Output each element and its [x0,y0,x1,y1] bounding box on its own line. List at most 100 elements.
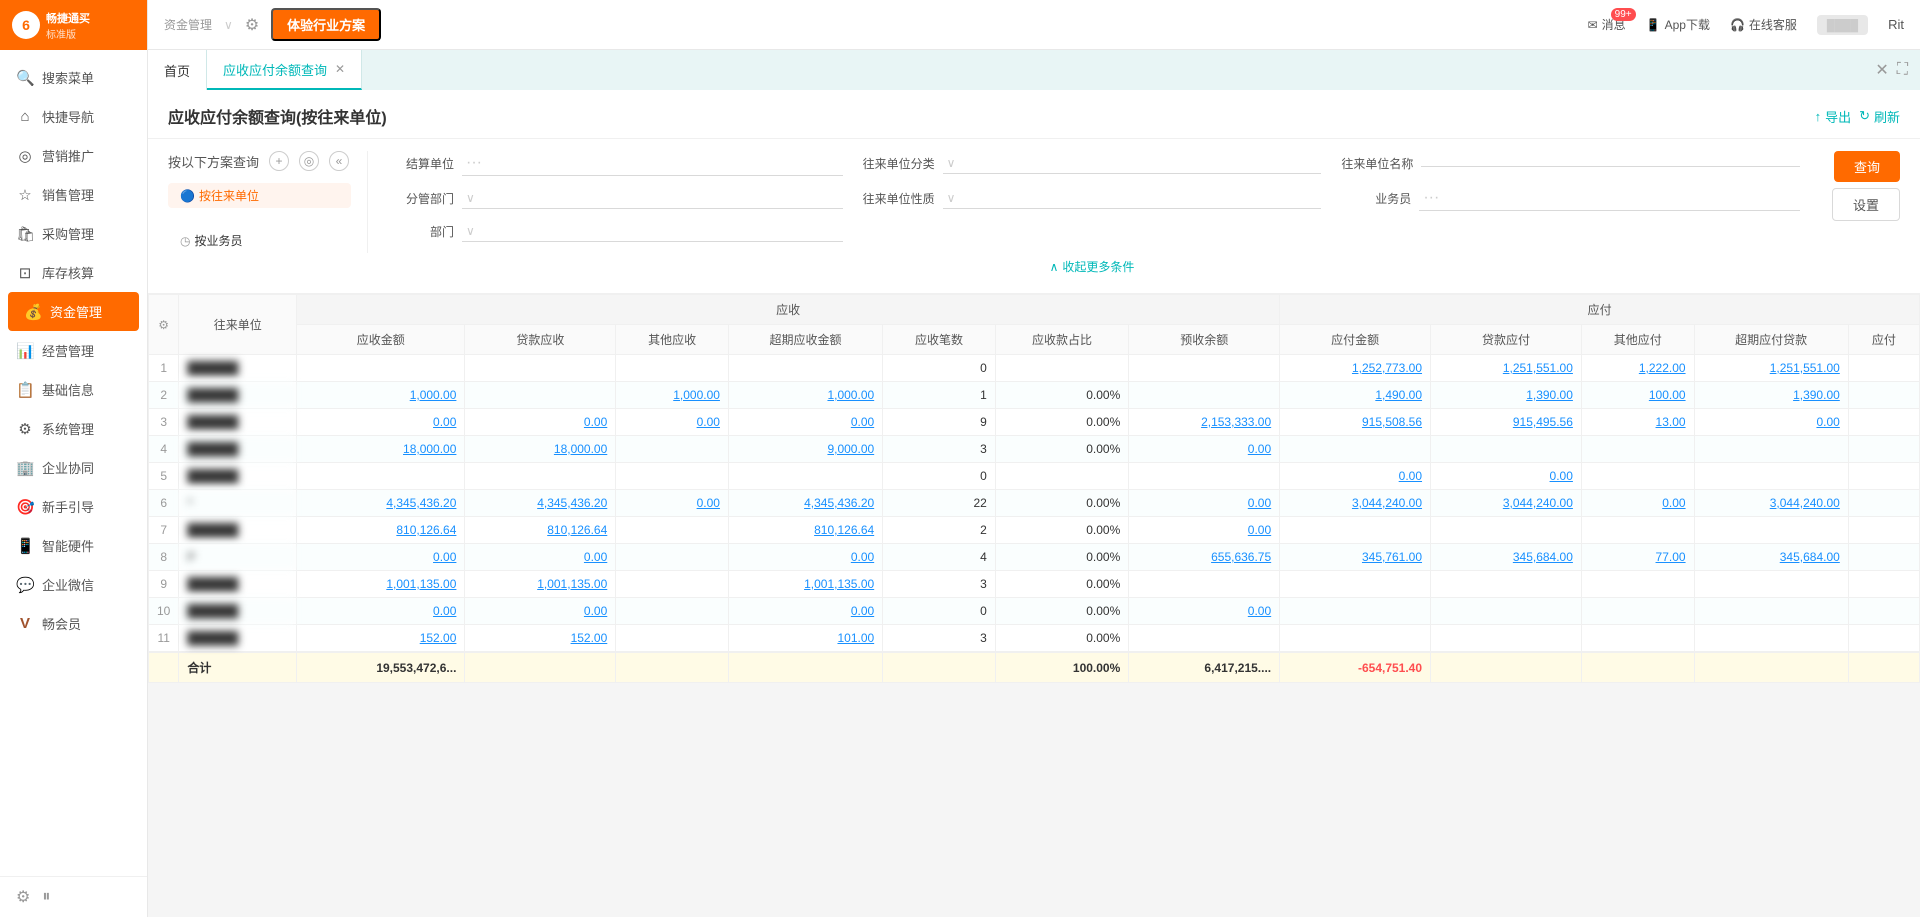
pay_overdue-cell[interactable]: 1,251,551.00 [1694,355,1848,382]
pay_overdue-cell[interactable]: 0.00 [1694,409,1848,436]
filter-input-partner-category[interactable]: ∨ [943,153,1322,174]
rec_loan-cell[interactable]: 18,000.00 [465,436,616,463]
sidebar-item-basic[interactable]: 📋 基础信息 [0,370,147,409]
footer-settings-icon[interactable]: ⚙ [16,887,30,907]
rec_overdue-cell[interactable]: 1,001,135.00 [728,571,882,598]
rec_loan-cell[interactable]: 4,345,436.20 [465,490,616,517]
pre_rec-cell[interactable]: 655,636.75 [1129,544,1280,571]
rec_count-cell[interactable]: 0 [883,463,996,490]
rec_count-cell[interactable]: 0 [883,355,996,382]
pay_amt-cell[interactable]: 1,490.00 [1280,382,1431,409]
sidebar-item-inventory[interactable]: ⊡ 库存核算 [0,253,147,292]
sidebar-item-guide[interactable]: 🎯 新手引导 [0,487,147,526]
pre_rec-cell[interactable]: 0.00 [1129,517,1280,544]
filter-input-partner-name[interactable] [1421,160,1800,167]
pay_other-cell[interactable]: 13.00 [1581,409,1694,436]
tab-expand-icon[interactable]: ⛶ [1897,61,1908,79]
pay_overdue-cell[interactable]: 345,684.00 [1694,544,1848,571]
query-button[interactable]: 查询 [1834,151,1900,182]
filter-settings-icon[interactable]: ◎ [299,151,319,171]
rec_count-cell[interactable]: 3 [883,625,996,653]
pre_rec-cell[interactable]: 0.00 [1129,598,1280,625]
rec_amt-cell[interactable]: 0.00 [297,544,465,571]
pay_amt-cell[interactable]: 3,044,240.00 [1280,490,1431,517]
rec_amt-cell[interactable]: 1,000.00 [297,382,465,409]
rec_overdue-cell[interactable]: 0.00 [728,544,882,571]
pay_loan-cell[interactable]: 1,251,551.00 [1431,355,1582,382]
rec_ratio-cell[interactable]: 0.00% [995,544,1128,571]
rec_overdue-cell[interactable]: 9,000.00 [728,436,882,463]
rec_ratio-cell[interactable]: 0.00% [995,436,1128,463]
topbar-online-service[interactable]: 🎧 在线客服 [1730,16,1797,33]
tab-close-window-icon[interactable]: ✕ [1875,60,1888,80]
tab-home[interactable]: 首页 [148,50,207,90]
sidebar-item-shortcut[interactable]: ⌂ 快捷导航 [0,97,147,136]
rec_overdue-cell[interactable]: 4,345,436.20 [728,490,882,517]
pay_loan-cell[interactable]: 0.00 [1431,463,1582,490]
rec_loan-cell[interactable]: 810,126.64 [465,517,616,544]
rec_count-cell[interactable]: 3 [883,436,996,463]
rec_other-cell[interactable]: 0.00 [616,490,729,517]
rec_amt-cell[interactable]: 810,126.64 [297,517,465,544]
pay_amt-cell[interactable]: 915,508.56 [1280,409,1431,436]
settings-button[interactable]: 设置 [1832,188,1900,221]
filter-add-button[interactable]: + [269,151,289,171]
promo-button[interactable]: 体验行业方案 [271,8,381,41]
rec_count-cell[interactable]: 3 [883,571,996,598]
topbar-gear-icon[interactable]: ⚙ [245,15,259,35]
rec_ratio-cell[interactable]: 0.00% [995,598,1128,625]
rec_amt-cell[interactable]: 18,000.00 [297,436,465,463]
footer-collapse-icon[interactable]: ⏸ [42,888,50,906]
topbar-app-download[interactable]: 📱 App下载 [1646,16,1710,33]
rec_loan-cell[interactable]: 0.00 [465,409,616,436]
filter-collapse-bar[interactable]: ∧ 收起更多条件 [384,252,1800,281]
pre_rec-cell[interactable]: 0.00 [1129,490,1280,517]
sidebar-item-member[interactable]: V 畅会员 [0,604,147,643]
rec_count-cell[interactable]: 4 [883,544,996,571]
rec_loan-cell[interactable]: 1,001,135.00 [465,571,616,598]
rec_loan-cell[interactable]: 0.00 [465,544,616,571]
pay_amt-cell[interactable]: 345,761.00 [1280,544,1431,571]
rec_count-cell[interactable]: 2 [883,517,996,544]
sidebar-item-hardware[interactable]: 📱 智能硬件 [0,526,147,565]
rec_amt-cell[interactable]: 4,345,436.20 [297,490,465,517]
rec_ratio-cell[interactable]: 0.00% [995,490,1128,517]
topbar-user[interactable]: ████ [1817,15,1868,35]
rec_other-cell[interactable]: 1,000.00 [616,382,729,409]
rec_loan-cell[interactable]: 152.00 [465,625,616,653]
sidebar-item-marketing[interactable]: ◎ 营销推广 [0,136,147,175]
filter-input-salesman[interactable]: ··· [1419,186,1800,211]
sidebar-item-enterprise[interactable]: 🏢 企业协同 [0,448,147,487]
rec_count-cell[interactable]: 1 [883,382,996,409]
pay_overdue-cell[interactable]: 1,390.00 [1694,382,1848,409]
rec_ratio-cell[interactable]: 0.00% [995,517,1128,544]
pay_other-cell[interactable]: 0.00 [1581,490,1694,517]
filter-input-settlement[interactable]: ··· [462,151,843,176]
rec_other-cell[interactable]: 0.00 [616,409,729,436]
pay_other-cell[interactable]: 1,222.00 [1581,355,1694,382]
pre_rec-cell[interactable]: 0.00 [1129,436,1280,463]
rec_loan-cell[interactable]: 0.00 [465,598,616,625]
rec_amt-cell[interactable]: 0.00 [297,598,465,625]
pay_overdue-cell[interactable]: 3,044,240.00 [1694,490,1848,517]
sidebar-item-sales[interactable]: ☆ 销售管理 [0,175,147,214]
sidebar-item-operation[interactable]: 📊 经营管理 [0,331,147,370]
tab-query[interactable]: 应收应付余额查询 ✕ [207,50,362,90]
filter-input-dept[interactable]: ∨ [462,221,843,242]
filter-collapse-icon[interactable]: « [329,151,349,171]
rec_ratio-cell[interactable]: 0.00% [995,625,1128,653]
sidebar-item-system[interactable]: ⚙ 系统管理 [0,409,147,448]
export-button[interactable]: ↑ 导出 [1815,107,1852,126]
rec_overdue-cell[interactable]: 1,000.00 [728,382,882,409]
rec_overdue-cell[interactable]: 0.00 [728,409,882,436]
rec_overdue-cell[interactable]: 810,126.64 [728,517,882,544]
filter-input-partner-nature[interactable]: ∨ [943,188,1322,209]
table-gear-header[interactable]: ⚙ [149,295,179,355]
filter-option-by-salesman[interactable]: ◷ 按业务员 [168,228,351,253]
rec_overdue-cell[interactable]: 101.00 [728,625,882,653]
rec_count-cell[interactable]: 9 [883,409,996,436]
sidebar-item-search[interactable]: 🔍 搜索菜单 [0,58,147,97]
pre_rec-cell[interactable]: 2,153,333.00 [1129,409,1280,436]
pay_other-cell[interactable]: 100.00 [1581,382,1694,409]
pay_loan-cell[interactable]: 915,495.56 [1431,409,1582,436]
